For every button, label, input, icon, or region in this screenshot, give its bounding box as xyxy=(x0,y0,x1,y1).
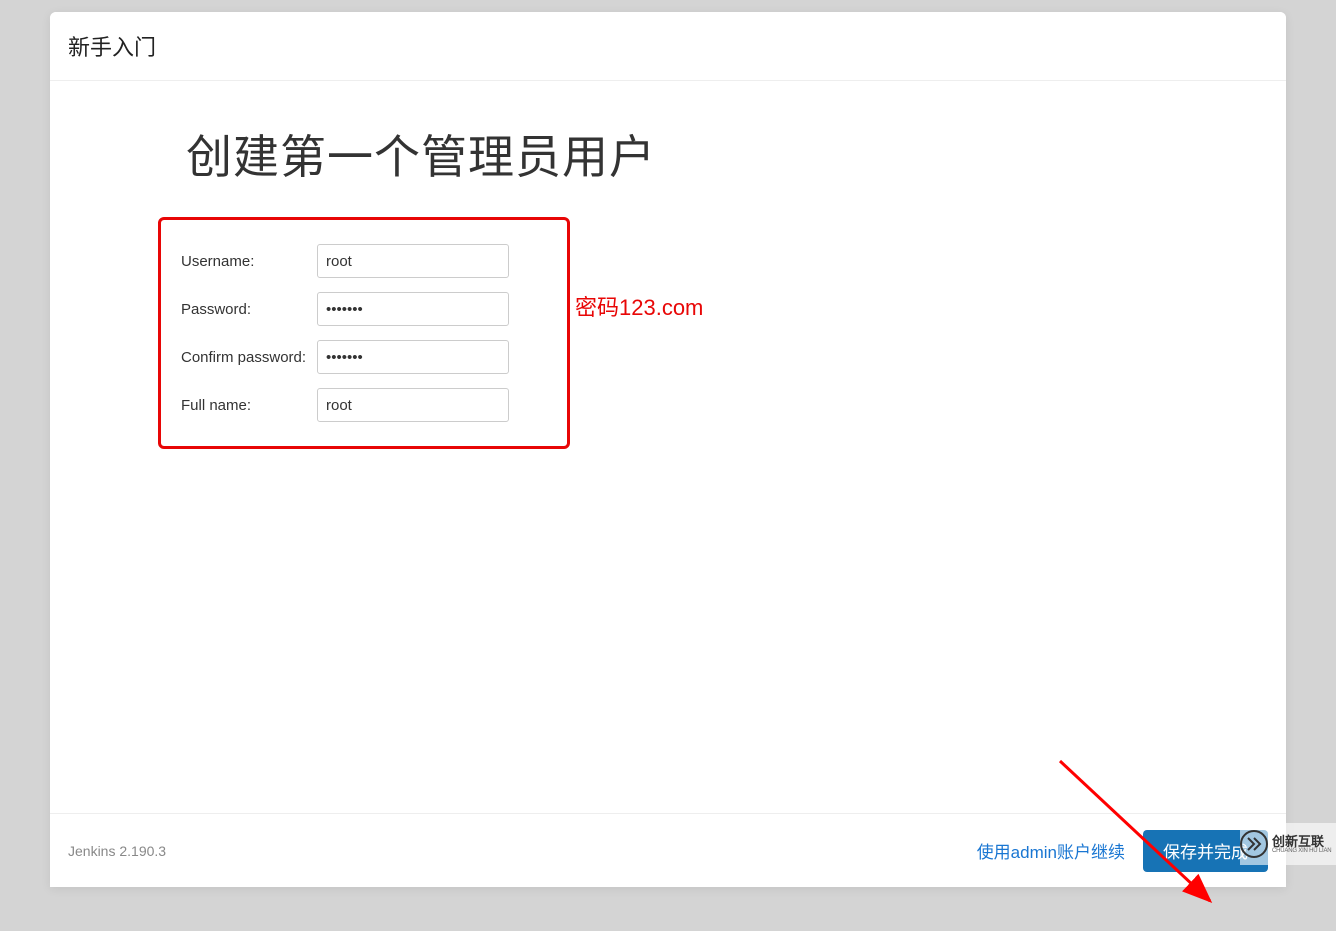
watermark-text: 创新互联 CHUANG XIN HU LIAN xyxy=(1272,835,1331,854)
setup-wizard-modal: 新手入门 创建第一个管理员用户 Username: Password: Conf… xyxy=(50,12,1286,887)
content-area: 创建第一个管理员用户 Username: Password: Confirm p… xyxy=(50,81,1286,449)
footer-actions: 使用admin账户继续 保存并完成 xyxy=(977,830,1268,872)
username-label: Username: xyxy=(181,253,317,270)
username-input[interactable] xyxy=(317,244,509,278)
password-hint-annotation: 密码123.com xyxy=(575,290,703,322)
watermark-logo-icon xyxy=(1240,830,1268,858)
form-highlight-box: Username: Password: Confirm password: Fu… xyxy=(158,217,570,449)
confirm-password-label: Confirm password: xyxy=(181,349,317,366)
fullname-row: Full name: xyxy=(181,388,547,422)
watermark-en: CHUANG XIN HU LIAN xyxy=(1272,848,1331,854)
modal-footer: Jenkins 2.190.3 使用admin账户继续 保存并完成 xyxy=(50,813,1286,887)
modal-body: 创建第一个管理员用户 Username: Password: Confirm p… xyxy=(50,81,1286,813)
continue-as-admin-link[interactable]: 使用admin账户继续 xyxy=(977,838,1125,863)
version-text: Jenkins 2.190.3 xyxy=(68,843,166,859)
password-label: Password: xyxy=(181,301,317,318)
watermark-cn: 创新互联 xyxy=(1272,835,1331,848)
fullname-label: Full name: xyxy=(181,397,317,414)
page-title: 创建第一个管理员用户 xyxy=(186,121,1286,187)
watermark: 创新互联 CHUANG XIN HU LIAN xyxy=(1240,823,1336,865)
modal-header: 新手入门 xyxy=(50,12,1286,81)
username-row: Username: xyxy=(181,244,547,278)
modal-header-title: 新手入门 xyxy=(68,30,1268,62)
confirm-password-row: Confirm password: xyxy=(181,340,547,374)
password-row: Password: xyxy=(181,292,547,326)
password-input[interactable] xyxy=(317,292,509,326)
confirm-password-input[interactable] xyxy=(317,340,509,374)
fullname-input[interactable] xyxy=(317,388,509,422)
